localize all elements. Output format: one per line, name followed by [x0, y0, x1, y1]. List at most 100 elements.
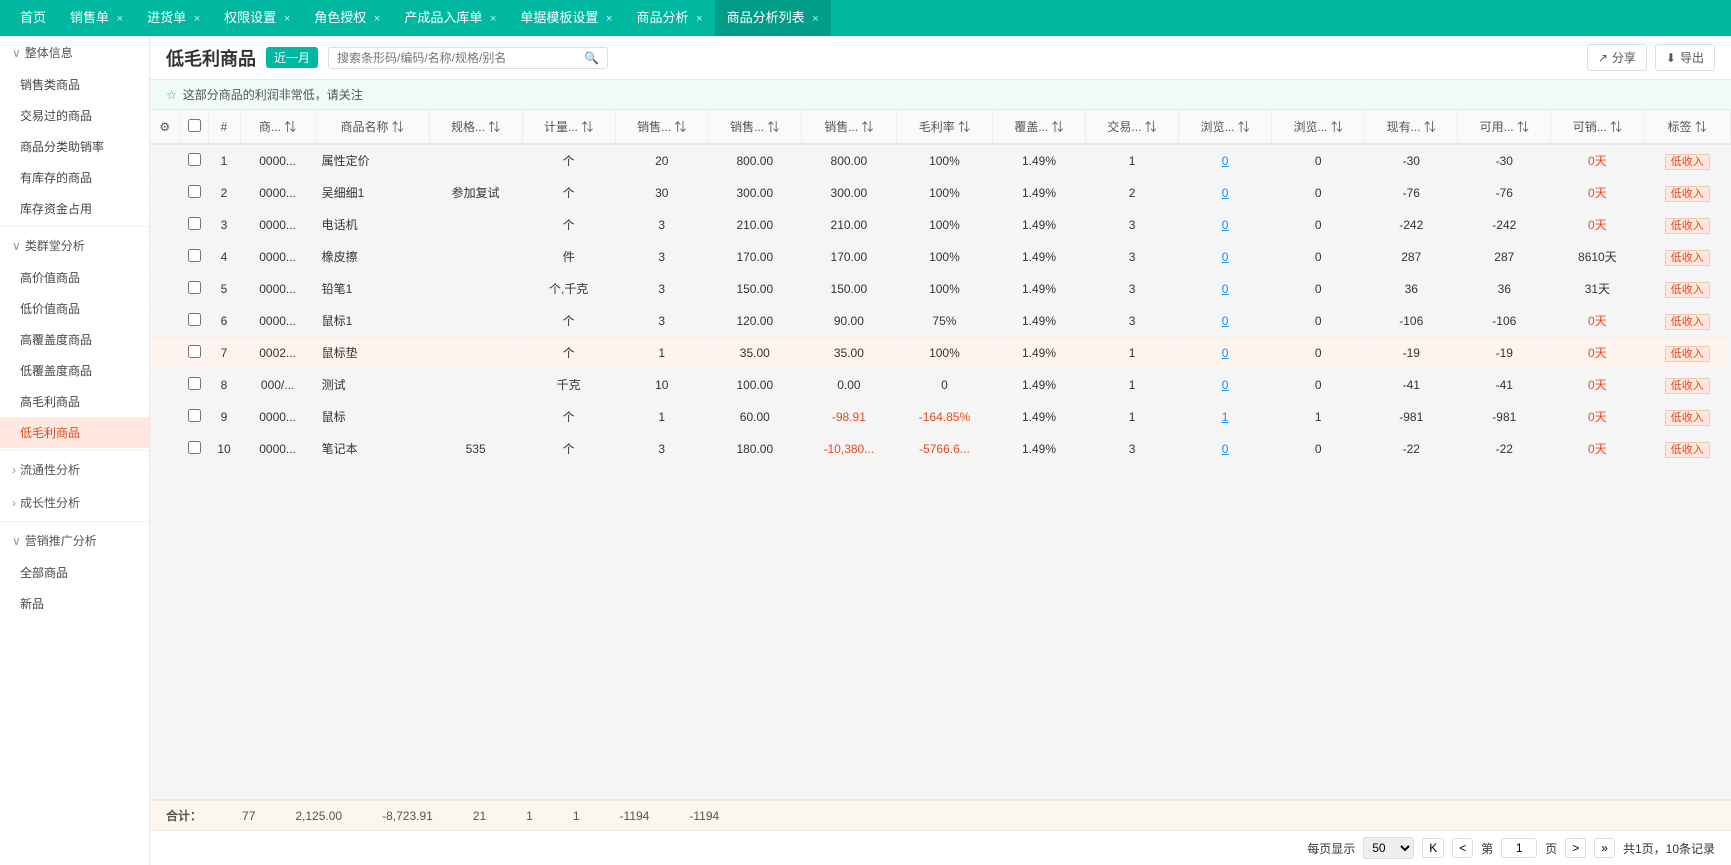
row-checkbox[interactable]	[188, 217, 201, 230]
cell-checkbox[interactable]	[180, 144, 208, 177]
sidebar-item-all-goods[interactable]: 全部商品	[0, 557, 149, 588]
col-sellable[interactable]: 可销... ⇅	[1551, 110, 1644, 144]
col-tag[interactable]: 标签 ⇅	[1644, 110, 1731, 144]
cell-view1[interactable]: 0	[1179, 433, 1272, 465]
sidebar-group-overall[interactable]: ∨ 整体信息	[0, 36, 149, 69]
sidebar-item-high-value[interactable]: 高价值商品	[0, 262, 149, 293]
period-btn[interactable]: 近一月	[266, 47, 318, 68]
cell-view1[interactable]: 1	[1179, 401, 1272, 433]
cell-view1[interactable]: 0	[1179, 369, 1272, 401]
col-view2[interactable]: 浏览... ⇅	[1272, 110, 1365, 144]
sidebar-item-low-coverage[interactable]: 低覆盖度商品	[0, 355, 149, 386]
cell-checkbox[interactable]	[180, 273, 208, 305]
select-all-checkbox[interactable]	[188, 119, 201, 132]
export-button[interactable]: ⬇ 导出	[1655, 44, 1715, 71]
sort-icon-9: ⇅	[1052, 120, 1064, 134]
sidebar-item-in-stock[interactable]: 有库存的商品	[0, 162, 149, 193]
cell-checkbox[interactable]	[180, 369, 208, 401]
cell-checkbox[interactable]	[180, 209, 208, 241]
page-size-select[interactable]: 50 100 200	[1363, 837, 1414, 859]
sidebar-item-traded-goods[interactable]: 交易过的商品	[0, 100, 149, 131]
col-trade-count[interactable]: 交易... ⇅	[1086, 110, 1179, 144]
sidebar-item-low-value[interactable]: 低价值商品	[0, 293, 149, 324]
col-current[interactable]: 现有... ⇅	[1365, 110, 1458, 144]
sidebar-item-low-profit[interactable]: 低毛利商品	[0, 417, 149, 448]
nav-permissions[interactable]: 权限设置 ×	[212, 0, 302, 36]
search-input[interactable]	[337, 51, 580, 65]
col-available[interactable]: 可用... ⇅	[1458, 110, 1551, 144]
nav-analysis[interactable]: 商品分析 ×	[624, 0, 714, 36]
row-checkbox[interactable]	[188, 441, 201, 454]
cell-view1[interactable]: 0	[1179, 273, 1272, 305]
nav-templates[interactable]: 单据模板设置 ×	[508, 0, 624, 36]
cell-view1[interactable]: 0	[1179, 337, 1272, 369]
search-icon[interactable]: 🔍	[584, 51, 599, 65]
nav-permissions-close[interactable]: ×	[284, 13, 290, 25]
sidebar-item-new-goods[interactable]: 新品	[0, 588, 149, 619]
share-button[interactable]: ↗ 分享	[1587, 44, 1647, 71]
row-checkbox[interactable]	[188, 281, 201, 294]
col-sales-price[interactable]: 销售... ⇅	[708, 110, 801, 144]
row-checkbox[interactable]	[188, 185, 201, 198]
sort-icon-15: ⇅	[1610, 120, 1622, 134]
sidebar-group-cluster[interactable]: ∨ 类群堂分析	[0, 229, 149, 262]
nav-roles-close[interactable]: ×	[374, 13, 380, 25]
table-row: 1 0000... 属性定价 个 20 800.00 800.00 100% 1…	[150, 144, 1731, 177]
col-unit[interactable]: 计量... ⇅	[522, 110, 615, 144]
sidebar-item-high-profit[interactable]: 高毛利商品	[0, 386, 149, 417]
nav-templates-close[interactable]: ×	[606, 13, 612, 25]
row-checkbox[interactable]	[188, 345, 201, 358]
cell-num: 5	[208, 273, 240, 305]
next-page-btn[interactable]: >	[1565, 838, 1586, 858]
col-sales-amount[interactable]: 销售... ⇅	[801, 110, 896, 144]
nav-products-close[interactable]: ×	[490, 13, 496, 25]
col-coverage[interactable]: 覆盖... ⇅	[992, 110, 1085, 144]
sidebar-item-capital[interactable]: 库存资金占用	[0, 193, 149, 224]
col-gross-rate[interactable]: 毛利率 ⇅	[896, 110, 992, 144]
cell-checkbox[interactable]	[180, 305, 208, 337]
nav-home[interactable]: 首页	[8, 0, 58, 36]
last-page-btn[interactable]: »	[1594, 838, 1615, 858]
col-code[interactable]: 商... ⇅	[240, 110, 315, 144]
row-checkbox[interactable]	[188, 313, 201, 326]
nav-purchase[interactable]: 进货单 ×	[135, 0, 212, 36]
row-checkbox[interactable]	[188, 409, 201, 422]
sidebar-group-growth[interactable]: › 成长性分析	[0, 486, 149, 519]
cell-view1[interactable]: 0	[1179, 241, 1272, 273]
col-name[interactable]: 商品名称 ⇅	[315, 110, 429, 144]
cell-view1[interactable]: 0	[1179, 144, 1272, 177]
cell-checkbox[interactable]	[180, 177, 208, 209]
cell-checkbox[interactable]	[180, 337, 208, 369]
cell-view1[interactable]: 0	[1179, 209, 1272, 241]
sidebar-item-high-coverage[interactable]: 高覆盖度商品	[0, 324, 149, 355]
nav-sales-close[interactable]: ×	[117, 13, 123, 25]
col-spec[interactable]: 规格... ⇅	[429, 110, 522, 144]
cell-checkbox[interactable]	[180, 241, 208, 273]
col-view1[interactable]: 浏览... ⇅	[1179, 110, 1272, 144]
row-checkbox[interactable]	[188, 153, 201, 166]
sidebar-item-goods-abc[interactable]: 商品分类助销率	[0, 131, 149, 162]
page-input[interactable]	[1501, 838, 1537, 858]
nav-analysis-list-close[interactable]: ×	[812, 13, 818, 25]
cell-view1[interactable]: 0	[1179, 177, 1272, 209]
col-checkbox[interactable]	[180, 110, 208, 144]
row-checkbox[interactable]	[188, 249, 201, 262]
cell-checkbox[interactable]	[180, 401, 208, 433]
sidebar-group-marketing[interactable]: ∨ 营销推广分析	[0, 524, 149, 557]
nav-sales[interactable]: 销售单 ×	[58, 0, 135, 36]
col-sales-qty[interactable]: 销售... ⇅	[615, 110, 708, 144]
cell-view1[interactable]: 0	[1179, 305, 1272, 337]
nav-purchase-close[interactable]: ×	[194, 13, 200, 25]
col-settings[interactable]: ⚙	[150, 110, 180, 144]
nav-roles[interactable]: 角色授权 ×	[302, 0, 392, 36]
sidebar-group-flow[interactable]: › 流通性分析	[0, 453, 149, 486]
nav-products[interactable]: 产成品入库单 ×	[392, 0, 508, 36]
prev-page-btn[interactable]: <	[1452, 838, 1473, 858]
row-checkbox[interactable]	[188, 377, 201, 390]
sidebar-item-sales-category[interactable]: 销售类商品	[0, 69, 149, 100]
notice-bar: ☆ 这部分商品的利润非常低，请关注	[150, 80, 1731, 110]
nav-analysis-close[interactable]: ×	[696, 13, 702, 25]
first-page-btn[interactable]: K	[1422, 838, 1444, 858]
nav-analysis-list[interactable]: 商品分析列表 ×	[715, 0, 831, 36]
cell-checkbox[interactable]	[180, 433, 208, 465]
